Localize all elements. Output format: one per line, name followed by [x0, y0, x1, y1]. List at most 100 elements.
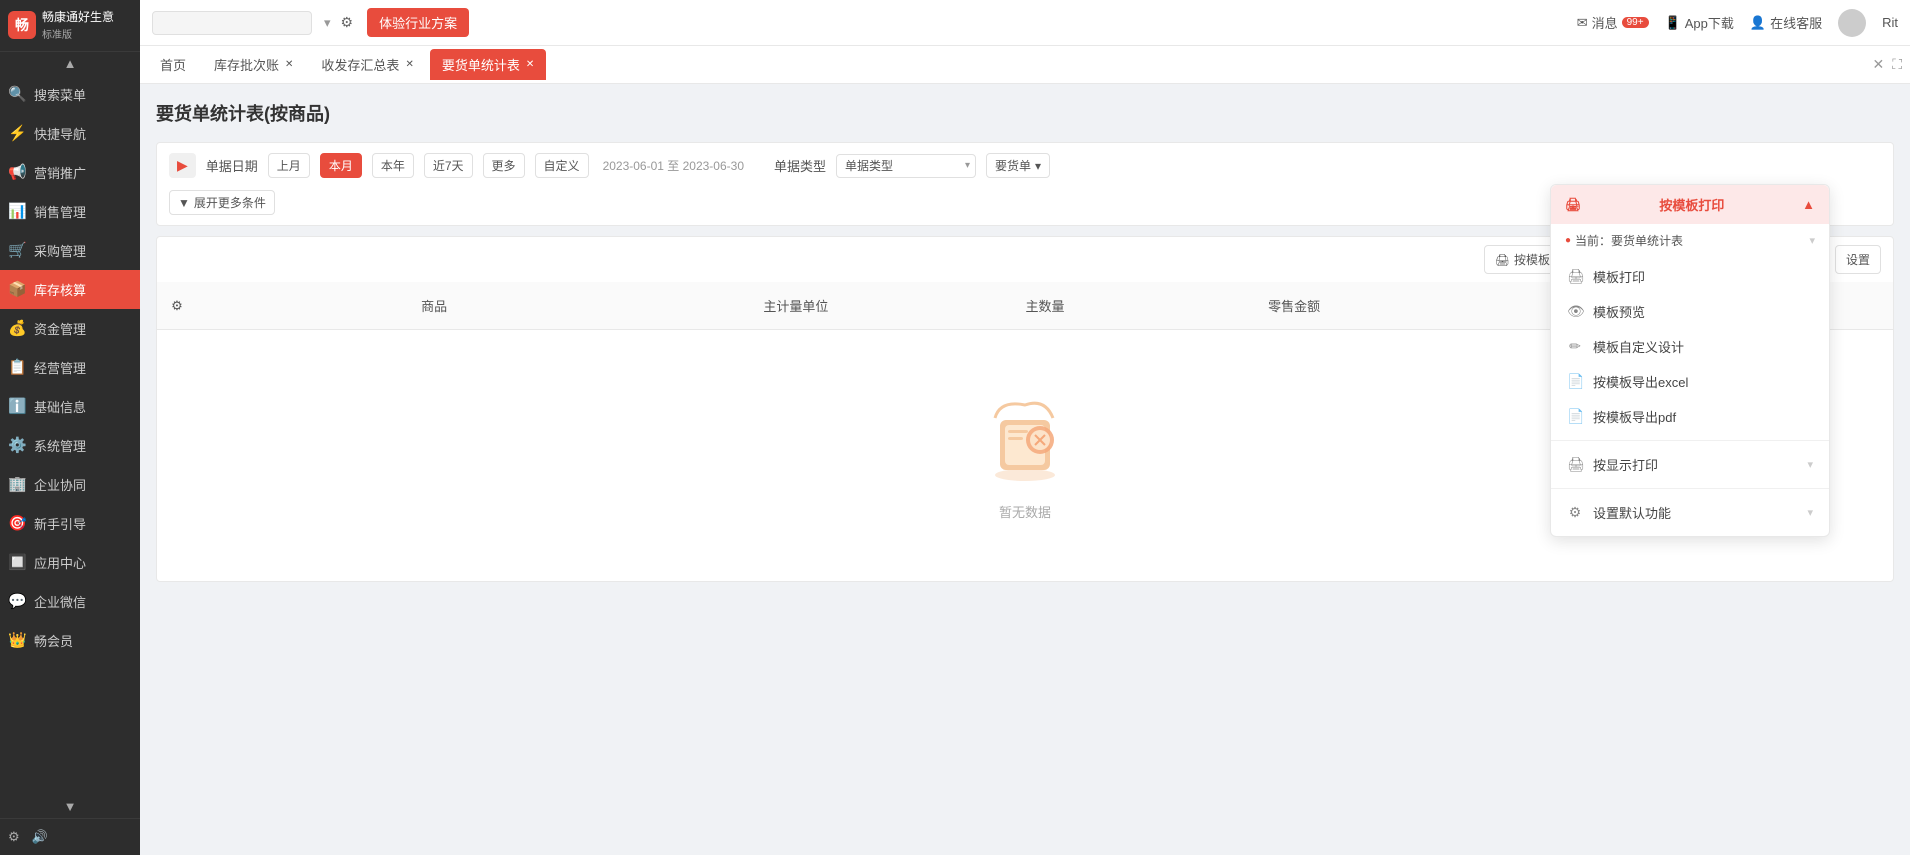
enterprise-icon: 🏢	[8, 475, 26, 493]
default-func-icon: ⚙	[1567, 504, 1583, 521]
phone-icon: 📱	[1665, 15, 1681, 31]
service-icon: 👤	[1750, 15, 1766, 31]
sidebar-item-sales[interactable]: 📊 销售管理	[0, 192, 140, 231]
date-more-btn[interactable]: 更多	[483, 153, 525, 178]
sidebar-item-appstore[interactable]: 🔲 应用中心	[0, 543, 140, 582]
topbar-gear-icon[interactable]: ⚙	[341, 14, 354, 31]
member-icon: 👑	[8, 631, 26, 649]
display-print-arrow-icon: ▾	[1807, 458, 1813, 471]
template-excel-icon: 📄	[1567, 373, 1583, 390]
topbar: ▾ ⚙ 体验行业方案 ✉ 消息 99+ 📱 App下载 👤 在线客服 Rit	[140, 0, 1910, 46]
tab-close-batch[interactable]: ✕	[285, 59, 293, 70]
tab-order-stat[interactable]: 要货单统计表 ✕	[430, 49, 546, 80]
yaohuo-select[interactable]: 要货单 ▾	[986, 153, 1050, 178]
sidebar-scroll-down[interactable]: ▼	[0, 795, 140, 818]
dropdown-section-2: 🖨 按显示打印 ▾	[1551, 441, 1829, 489]
shortcut-icon: ⚡	[8, 124, 26, 142]
type-select-wrap: 单据类型	[836, 154, 976, 178]
sidebar-nav: 🔍 搜索菜单 ⚡ 快捷导航 📢 营销推广 📊 销售管理 🛒 采购管理 📦 库存核…	[0, 75, 140, 795]
filter-arrow-btn[interactable]: ▶	[169, 153, 196, 178]
current-chevron-icon: ▾	[1809, 234, 1815, 247]
template-excel-item[interactable]: 📄 按模板导出excel	[1551, 364, 1829, 399]
tab-home[interactable]: 首页	[148, 49, 198, 80]
default-func-arrow-icon: ▾	[1807, 506, 1813, 519]
page-title: 要货单统计表(按商品)	[156, 100, 1894, 126]
tab-batch[interactable]: 库存批次账 ✕	[202, 49, 305, 80]
filter-row-1: ▶ 单据日期 上月 本月 本年 近7天 更多 自定义 2023-06-01 至 …	[169, 153, 1881, 178]
sidebar-item-operation[interactable]: 📋 经营管理	[0, 348, 140, 387]
online-service-btn[interactable]: 👤 在线客服	[1750, 13, 1822, 32]
date-label: 单据日期	[206, 156, 258, 175]
tab-receipt[interactable]: 收发存汇总表 ✕	[309, 49, 425, 80]
expand-icon: ▼	[178, 196, 190, 210]
logo-text: 畅康通好生意 标准版	[42, 10, 114, 41]
app-download-btn[interactable]: 📱 App下载	[1665, 13, 1734, 32]
sidebar-scroll-up[interactable]: ▲	[0, 52, 140, 75]
dropdown-header[interactable]: 🖨 按模板打印 ▲	[1551, 185, 1829, 224]
topbar-chevron-icon[interactable]: ▾	[324, 15, 331, 31]
sidebar-item-finance[interactable]: 💰 资金管理	[0, 309, 140, 348]
content-area: 要货单统计表(按商品) ▶ 单据日期 上月 本月 本年 近7天 更多 自定义 2…	[140, 84, 1910, 855]
message-btn[interactable]: ✉ 消息 99+	[1577, 13, 1649, 32]
date-current-btn[interactable]: 本月	[320, 153, 362, 178]
type-label: 单据类型	[774, 156, 826, 175]
display-print-item[interactable]: 🖨 按显示打印 ▾	[1551, 447, 1829, 482]
sidebar: 畅 畅康通好生意 标准版 ▲ 🔍 搜索菜单 ⚡ 快捷导航 📢 营销推广 📊 销售…	[0, 0, 140, 855]
template-pdf-item[interactable]: 📄 按模板导出pdf	[1551, 399, 1829, 434]
window-controls: ✕ ⛶	[1872, 56, 1902, 73]
basic-icon: ℹ️	[8, 397, 26, 415]
sound-icon[interactable]: 🔊	[32, 829, 48, 845]
sidebar-item-newbie[interactable]: 🎯 新手引导	[0, 504, 140, 543]
avatar[interactable]	[1838, 9, 1866, 37]
dot-icon: ●	[1565, 235, 1571, 246]
sidebar-item-inventory[interactable]: 📦 库存核算	[0, 270, 140, 309]
settings-icon[interactable]: ⚙	[8, 829, 20, 845]
logo-icon: 畅	[8, 11, 36, 39]
sidebar-item-basic[interactable]: ℹ️ 基础信息	[0, 387, 140, 426]
marketing-icon: 📢	[8, 163, 26, 181]
sidebar-item-wechat[interactable]: 💬 企业微信	[0, 582, 140, 621]
inventory-icon: 📦	[8, 280, 26, 298]
finance-icon: 💰	[8, 319, 26, 337]
sidebar-item-member[interactable]: 👑 畅会员	[0, 621, 140, 660]
sidebar-bottom: ⚙ 🔊	[0, 818, 140, 855]
date-prev-btn[interactable]: 上月	[268, 153, 310, 178]
date-year-btn[interactable]: 本年	[372, 153, 414, 178]
dropdown-current[interactable]: ● 当前：要货单统计表 ▾	[1551, 224, 1829, 253]
print-icon: 🖨	[1495, 253, 1510, 267]
print-icon-header: 🖨	[1565, 197, 1582, 213]
newbie-icon: 🎯	[8, 514, 26, 532]
sidebar-logo: 畅 畅康通好生意 标准版	[0, 0, 140, 52]
th-unit: 主计量单位	[671, 290, 920, 321]
template-design-item[interactable]: ✏ 模板自定义设计	[1551, 329, 1829, 364]
search-icon: 🔍	[8, 85, 26, 103]
default-func-item[interactable]: ⚙ 设置默认功能 ▾	[1551, 495, 1829, 530]
wechat-icon: 💬	[8, 592, 26, 610]
sidebar-item-enterprise[interactable]: 🏢 企业协同	[0, 465, 140, 504]
date-7days-btn[interactable]: 近7天	[424, 153, 473, 178]
topbar-search-input[interactable]	[152, 11, 312, 35]
column-settings-icon[interactable]: ⚙	[171, 298, 183, 313]
type-select[interactable]: 单据类型	[836, 154, 976, 178]
close-window-icon[interactable]: ✕	[1872, 56, 1884, 73]
date-custom-btn[interactable]: 自定义	[535, 153, 589, 178]
sidebar-item-search[interactable]: 🔍 搜索菜单	[0, 75, 140, 114]
th-settings[interactable]: ⚙	[157, 292, 197, 320]
dropdown-section-3: ⚙ 设置默认功能 ▾	[1551, 489, 1829, 536]
sidebar-item-marketing[interactable]: 📢 营销推广	[0, 153, 140, 192]
tab-bar: 首页 库存批次账 ✕ 收发存汇总表 ✕ 要货单统计表 ✕ ✕ ⛶	[140, 46, 1910, 84]
tab-close-order-stat[interactable]: ✕	[526, 59, 534, 70]
operation-icon: 📋	[8, 358, 26, 376]
settings-btn[interactable]: 设置	[1835, 245, 1881, 274]
sidebar-item-purchase[interactable]: 🛒 采购管理	[0, 231, 140, 270]
template-preview-item[interactable]: 👁 模板预览	[1551, 294, 1829, 329]
tab-close-receipt[interactable]: ✕	[405, 59, 413, 70]
sales-icon: 📊	[8, 202, 26, 220]
template-print-item[interactable]: 🖨 模板打印	[1551, 259, 1829, 294]
template-print-icon: 🖨	[1567, 268, 1583, 285]
maximize-window-icon[interactable]: ⛶	[1892, 56, 1902, 73]
industry-btn[interactable]: 体验行业方案	[367, 8, 469, 37]
sidebar-item-shortcut[interactable]: ⚡ 快捷导航	[0, 114, 140, 153]
sidebar-item-system[interactable]: ⚙️ 系统管理	[0, 426, 140, 465]
expand-btn[interactable]: ▼ 展开更多条件	[169, 190, 275, 215]
